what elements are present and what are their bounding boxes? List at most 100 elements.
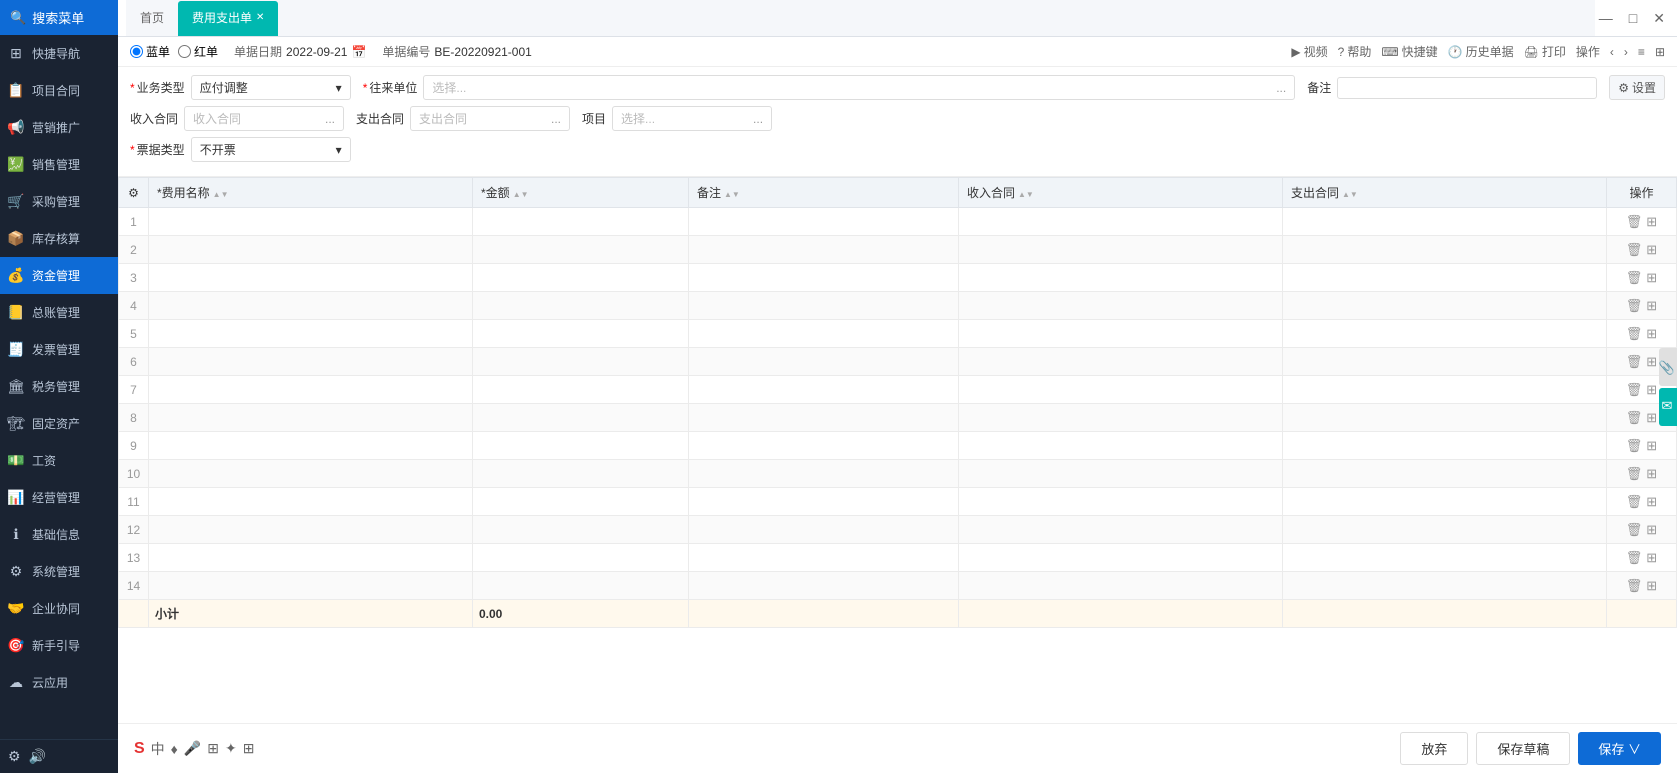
row-amount-9[interactable] <box>473 432 689 460</box>
row-expense-10[interactable] <box>1283 460 1607 488</box>
row-expense-7[interactable] <box>1283 376 1607 404</box>
prev-btn[interactable]: ‹ <box>1610 45 1614 59</box>
business-type-select[interactable]: 应付调整 ▾ <box>191 75 351 100</box>
help-btn[interactable]: ? 帮助 <box>1338 43 1372 60</box>
tab-close-expense[interactable]: ✕ <box>256 12 264 23</box>
partner-select[interactable]: 选择... ... <box>423 75 1295 100</box>
row-name-6[interactable] <box>149 348 473 376</box>
row-copy-11[interactable]: ⊞ <box>1646 494 1657 510</box>
row-note-6[interactable] <box>689 348 959 376</box>
row-note-4[interactable] <box>689 292 959 320</box>
list-view-btn[interactable]: ≡ <box>1638 45 1645 59</box>
row-expense-8[interactable] <box>1283 404 1607 432</box>
th-name[interactable]: *费用名称▲▼ <box>149 178 473 208</box>
video-btn[interactable]: ▶ 视频 <box>1291 43 1327 60</box>
col-setting-icon[interactable]: ⚙ <box>128 186 139 200</box>
row-note-14[interactable] <box>689 572 959 600</box>
income-contract-ellipsis[interactable]: ... <box>325 112 335 126</box>
row-delete-9[interactable]: 🗑 <box>1626 438 1643 454</box>
next-btn[interactable]: › <box>1624 45 1628 59</box>
row-copy-10[interactable]: ⊞ <box>1646 466 1657 482</box>
row-income-8[interactable] <box>959 404 1283 432</box>
volume-bottom-icon[interactable]: 🔊 <box>29 748 46 765</box>
row-delete-5[interactable]: 🗑 <box>1626 326 1643 342</box>
brand-icon-1[interactable]: 中 <box>151 739 165 759</box>
row-name-12[interactable] <box>149 516 473 544</box>
row-copy-9[interactable]: ⊞ <box>1646 438 1657 454</box>
row-note-11[interactable] <box>689 488 959 516</box>
row-income-10[interactable] <box>959 460 1283 488</box>
row-copy-6[interactable]: ⊞ <box>1646 354 1657 370</box>
row-note-3[interactable] <box>689 264 959 292</box>
row-note-2[interactable] <box>689 236 959 264</box>
maximize-button[interactable]: □ <box>1625 6 1641 30</box>
side-float-attachment-btn[interactable]: 📎 <box>1659 348 1677 386</box>
row-note-1[interactable] <box>689 208 959 236</box>
project-select[interactable]: 选择... ... <box>612 106 772 131</box>
brand-icon-5[interactable]: ✦ <box>225 740 237 757</box>
row-copy-1[interactable]: ⊞ <box>1646 214 1657 230</box>
row-copy-2[interactable]: ⊞ <box>1646 242 1657 258</box>
row-copy-14[interactable]: ⊞ <box>1646 578 1657 594</box>
row-expense-11[interactable] <box>1283 488 1607 516</box>
calendar-icon[interactable]: 📅 <box>351 45 366 59</box>
row-copy-4[interactable]: ⊞ <box>1646 298 1657 314</box>
row-income-4[interactable] <box>959 292 1283 320</box>
shortcut-btn[interactable]: ⌨ 快捷键 <box>1381 43 1437 60</box>
partner-ellipsis-btn[interactable]: ... <box>1276 81 1286 95</box>
th-expense_contract[interactable]: 支出合同▲▼ <box>1283 178 1607 208</box>
tab-expense[interactable]: 费用支出单✕ <box>178 1 278 36</box>
red-bill-radio[interactable]: 红单 <box>178 43 218 60</box>
row-income-11[interactable] <box>959 488 1283 516</box>
row-amount-3[interactable] <box>473 264 689 292</box>
row-delete-13[interactable]: 🗑 <box>1626 550 1643 566</box>
tab-home[interactable]: 首页 <box>126 1 178 36</box>
sort-arrows-name[interactable]: ▲▼ <box>213 190 229 199</box>
row-delete-6[interactable]: 🗑 <box>1626 354 1643 370</box>
sidebar-item-new-guide[interactable]: 🎯新手引导 <box>0 627 118 664</box>
sidebar-item-system[interactable]: ⚙系统管理 <box>0 553 118 590</box>
row-name-1[interactable] <box>149 208 473 236</box>
th-amount[interactable]: *金额▲▼ <box>473 178 689 208</box>
row-amount-4[interactable] <box>473 292 689 320</box>
row-amount-10[interactable] <box>473 460 689 488</box>
row-delete-12[interactable]: 🗑 <box>1626 522 1643 538</box>
sort-arrows-expense_contract[interactable]: ▲▼ <box>1342 190 1358 199</box>
settings-btn[interactable]: ⚙ 设置 <box>1609 75 1665 100</box>
brand-icon-3[interactable]: 🎤 <box>184 740 201 757</box>
row-note-7[interactable] <box>689 376 959 404</box>
expense-contract-ellipsis[interactable]: ... <box>551 112 561 126</box>
row-amount-1[interactable] <box>473 208 689 236</box>
row-copy-12[interactable]: ⊞ <box>1646 522 1657 538</box>
brand-icon-2[interactable]: ♦ <box>171 741 178 757</box>
row-expense-12[interactable] <box>1283 516 1607 544</box>
row-copy-13[interactable]: ⊞ <box>1646 550 1657 566</box>
minimize-button[interactable]: — <box>1595 6 1617 30</box>
brand-icon-4[interactable]: ⊞ <box>207 740 219 757</box>
row-income-14[interactable] <box>959 572 1283 600</box>
row-note-13[interactable] <box>689 544 959 572</box>
note-input[interactable] <box>1337 77 1597 99</box>
save-button[interactable]: 保存 ∨ <box>1578 732 1661 765</box>
history-btn[interactable]: 🕐 历史单据 <box>1448 43 1514 60</box>
th-income_contract[interactable]: 收入合同▲▼ <box>959 178 1283 208</box>
sidebar-item-marketing[interactable]: 📢营销推广 <box>0 109 118 146</box>
row-note-9[interactable] <box>689 432 959 460</box>
row-amount-11[interactable] <box>473 488 689 516</box>
sidebar-search[interactable]: 🔍 搜索菜单 <box>0 0 118 35</box>
row-delete-14[interactable]: 🗑 <box>1626 578 1643 594</box>
row-name-11[interactable] <box>149 488 473 516</box>
row-amount-14[interactable] <box>473 572 689 600</box>
brand-icon-6[interactable]: ⊞ <box>243 740 255 757</box>
row-note-10[interactable] <box>689 460 959 488</box>
row-expense-3[interactable] <box>1283 264 1607 292</box>
expense-contract-select[interactable]: 支出合同 ... <box>410 106 570 131</box>
save-draft-button[interactable]: 保存草稿 <box>1476 732 1570 765</box>
row-delete-1[interactable]: 🗑 <box>1626 214 1643 230</box>
row-delete-11[interactable]: 🗑 <box>1626 494 1643 510</box>
sidebar-item-fixed-assets[interactable]: 🏗固定资产 <box>0 405 118 442</box>
sort-arrows-income_contract[interactable]: ▲▼ <box>1018 190 1034 199</box>
sidebar-item-ledger[interactable]: 📒总账管理 <box>0 294 118 331</box>
row-income-7[interactable] <box>959 376 1283 404</box>
row-name-7[interactable] <box>149 376 473 404</box>
